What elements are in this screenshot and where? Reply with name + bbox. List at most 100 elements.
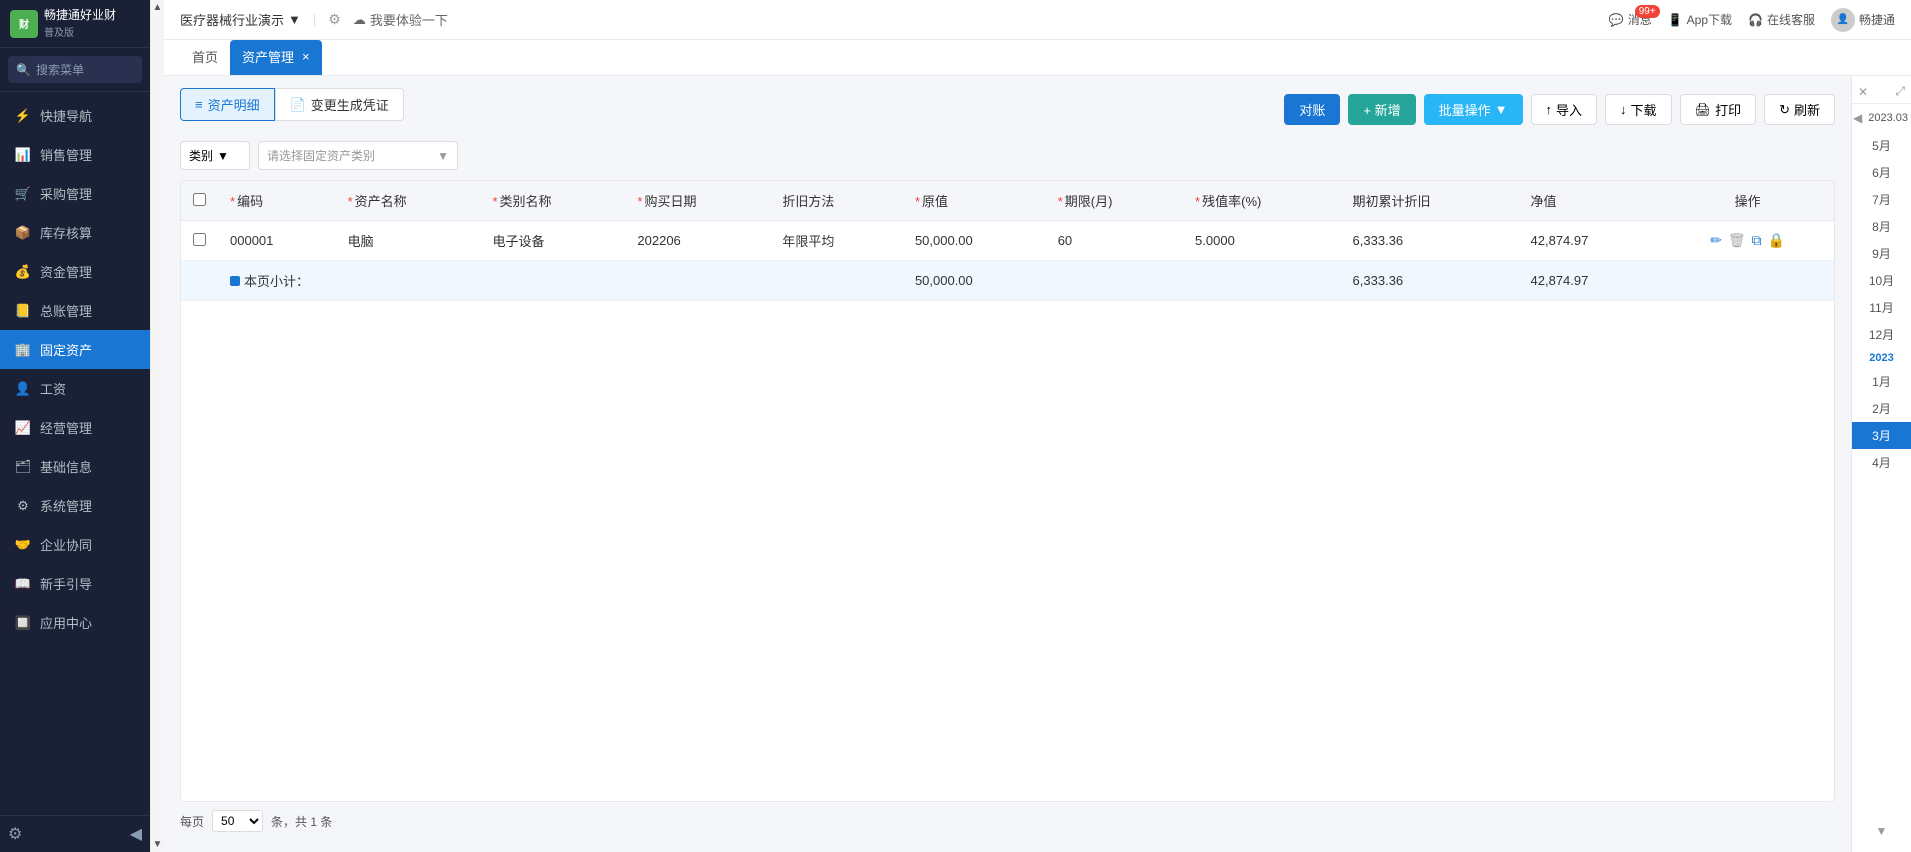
th-residual-rate: *残值率(%) <box>1183 181 1341 221</box>
sidebar-item-enterprise[interactable]: 🤝 企业协同 <box>0 525 150 564</box>
sidebar-item-app-center[interactable]: 🔲 应用中心 <box>0 603 150 642</box>
panel-close-button[interactable]: ✕ <box>1858 85 1868 99</box>
subtotal-text: 本页小计： <box>244 271 309 290</box>
sidebar-nav: ⚡ 快捷导航 📊 销售管理 🛒 采购管理 📦 库存核算 💰 资金管理 📒 总账管… <box>0 92 150 815</box>
th-category: *类别名称 <box>480 181 625 221</box>
month-6[interactable]: 6月 <box>1852 159 1911 186</box>
td-net-value: 42,874.97 <box>1519 221 1662 261</box>
month-2[interactable]: 2月 <box>1852 395 1911 422</box>
month-9[interactable]: 9月 <box>1852 240 1911 267</box>
scroll-up-arrow[interactable]: ▲ <box>151 0 165 15</box>
settings-button[interactable]: ⚙ <box>8 824 22 844</box>
search-menu-button[interactable]: 🔍 搜索菜单 <box>8 56 142 83</box>
sidebar-item-fixed-assets[interactable]: 🏢 固定资产 <box>0 330 150 369</box>
sidebar-item-label: 总账管理 <box>40 301 92 320</box>
topbar: 医疗器械行业演示 ▼ | ⚙ ☁ 我要体验一下 💬 消息 99+ 📱 App下载… <box>164 0 1911 40</box>
month-12[interactable]: 12月 <box>1852 321 1911 348</box>
category-filter-label[interactable]: 类别 ▼ <box>180 141 250 170</box>
tab-asset-label: 资产管理 <box>242 47 294 66</box>
filter-label-text: 类别 <box>189 147 213 164</box>
select-all-checkbox[interactable] <box>193 193 206 206</box>
category-filter-select[interactable]: 请选择固定资产类别 ▼ <box>258 141 458 170</box>
more-icon[interactable]: 🔒 <box>1768 232 1785 249</box>
collapse-button[interactable]: ◀ <box>130 824 142 844</box>
online-service-label: 在线客服 <box>1767 11 1815 28</box>
reconcile-label: 对账 <box>1299 100 1325 119</box>
td-name: 电脑 <box>336 221 481 261</box>
main-container: 医疗器械行业演示 ▼ | ⚙ ☁ 我要体验一下 💬 消息 99+ 📱 App下载… <box>164 0 1911 852</box>
fixed-assets-icon: 🏢 <box>14 341 32 359</box>
app-download-icon: 📱 <box>1668 13 1683 27</box>
asset-table-wrapper: *编码 *资产名称 *类别名称 *购买日期 折旧方法 *原值 *期限(月) *残… <box>180 180 1835 802</box>
sidebar-item-quicknav[interactable]: ⚡ 快捷导航 <box>0 96 150 135</box>
print-label: 打印 <box>1715 100 1741 119</box>
page-size-label: 每页 <box>180 813 204 830</box>
tab-close-icon[interactable]: × <box>302 49 310 64</box>
reconcile-button[interactable]: 对账 <box>1284 94 1340 125</box>
th-original-value: *原值 <box>903 181 1046 221</box>
payroll-icon: 👤 <box>14 380 32 398</box>
td-action: ✏ 🗑 ⧉ 🔒 <box>1661 221 1834 261</box>
month-1[interactable]: 1月 <box>1852 368 1911 395</box>
sidebar-item-inventory[interactable]: 📦 库存核算 <box>0 213 150 252</box>
panel-down-button[interactable]: ▼ <box>1874 822 1890 840</box>
export-button[interactable]: ↑ 导入 <box>1531 94 1598 125</box>
batch-button[interactable]: 批量操作 ▼ <box>1424 94 1523 125</box>
sidebar-item-label: 系统管理 <box>40 496 92 515</box>
print-button[interactable]: 🖨 打印 <box>1680 94 1757 125</box>
sub-tab-generate-voucher[interactable]: 📄 变更生成凭证 <box>275 88 404 121</box>
logo-subtitle: 普及版 <box>44 24 116 39</box>
sidebar-item-sales[interactable]: 📊 销售管理 <box>0 135 150 174</box>
download-button[interactable]: ↓ 下载 <box>1605 94 1672 125</box>
th-code: *编码 <box>218 181 336 221</box>
company-selector[interactable]: 医疗器械行业演示 ▼ <box>180 10 301 29</box>
sidebar-item-purchase[interactable]: 🛒 采购管理 <box>0 174 150 213</box>
sidebar-item-basic-info[interactable]: 🗂 基础信息 <box>0 447 150 486</box>
settings-gear-button[interactable]: ⚙ <box>328 11 341 28</box>
month-4[interactable]: 4月 <box>1852 449 1911 476</box>
sidebar-item-operations[interactable]: 📈 经营管理 <box>0 408 150 447</box>
td-subtotal-period <box>1046 261 1183 301</box>
add-button[interactable]: + 新增 <box>1348 94 1415 125</box>
panel-expand-button[interactable]: ⤢ <box>1895 84 1905 99</box>
sidebar-item-finance[interactable]: 💰 资金管理 <box>0 252 150 291</box>
edit-icon[interactable]: ✏ <box>1710 232 1722 249</box>
tab-asset-management[interactable]: 资产管理 × <box>230 40 322 75</box>
refresh-button[interactable]: ↻ 刷新 <box>1764 94 1835 125</box>
row-checkbox[interactable] <box>193 233 206 246</box>
month-7[interactable]: 7月 <box>1852 186 1911 213</box>
month-10[interactable]: 10月 <box>1852 267 1911 294</box>
tab-home[interactable]: 首页 <box>180 40 230 75</box>
year-prev-button[interactable]: ◀ <box>1851 109 1864 127</box>
export-label: 导入 <box>1556 100 1582 119</box>
sidebar-item-label: 快捷导航 <box>40 106 92 125</box>
sidebar-item-label: 固定资产 <box>40 340 92 359</box>
page-size-select[interactable]: 50 100 200 <box>212 810 263 832</box>
tab-home-label: 首页 <box>192 47 218 66</box>
user-profile-btn[interactable]: 👤 畅捷通 <box>1831 8 1895 32</box>
month-11[interactable]: 11月 <box>1852 294 1911 321</box>
th-action: 操作 <box>1661 181 1834 221</box>
sidebar-footer: ⚙ ◀ <box>0 815 150 852</box>
online-service-btn[interactable]: 🎧 在线客服 <box>1748 11 1815 28</box>
table-row: 000001 电脑 电子设备 202206 年限平均 50,000.00 60 … <box>181 221 1834 261</box>
app-download-btn[interactable]: 📱 App下载 <box>1668 11 1732 28</box>
sidebar-item-payroll[interactable]: 👤 工资 <box>0 369 150 408</box>
sidebar-item-system[interactable]: ⚙ 系统管理 <box>0 486 150 525</box>
sidebar-item-ledger[interactable]: 📒 总账管理 <box>0 291 150 330</box>
filter-dropdown-icon: ▼ <box>217 149 229 163</box>
message-btn[interactable]: 💬 消息 99+ <box>1609 11 1652 28</box>
scroll-down-arrow[interactable]: ▼ <box>151 837 165 852</box>
month-8[interactable]: 8月 <box>1852 213 1911 240</box>
app-center-icon: 🔲 <box>14 614 32 632</box>
copy-icon[interactable]: ⧉ <box>1752 232 1762 249</box>
company-dropdown-icon: ▼ <box>288 12 301 27</box>
delete-icon[interactable]: 🗑 <box>1728 232 1746 249</box>
month-5[interactable]: 5月 <box>1852 132 1911 159</box>
td-initial-accumulated: 6,333.36 <box>1341 221 1519 261</box>
sub-tab-asset-detail[interactable]: ≡ 资产明细 <box>180 88 275 121</box>
month-3-current[interactable]: 3月 <box>1852 422 1911 449</box>
right-panel-header: ✕ ⤢ <box>1852 80 1911 104</box>
sidebar-item-guide[interactable]: 📖 新手引导 <box>0 564 150 603</box>
ledger-icon: 📒 <box>14 302 32 320</box>
